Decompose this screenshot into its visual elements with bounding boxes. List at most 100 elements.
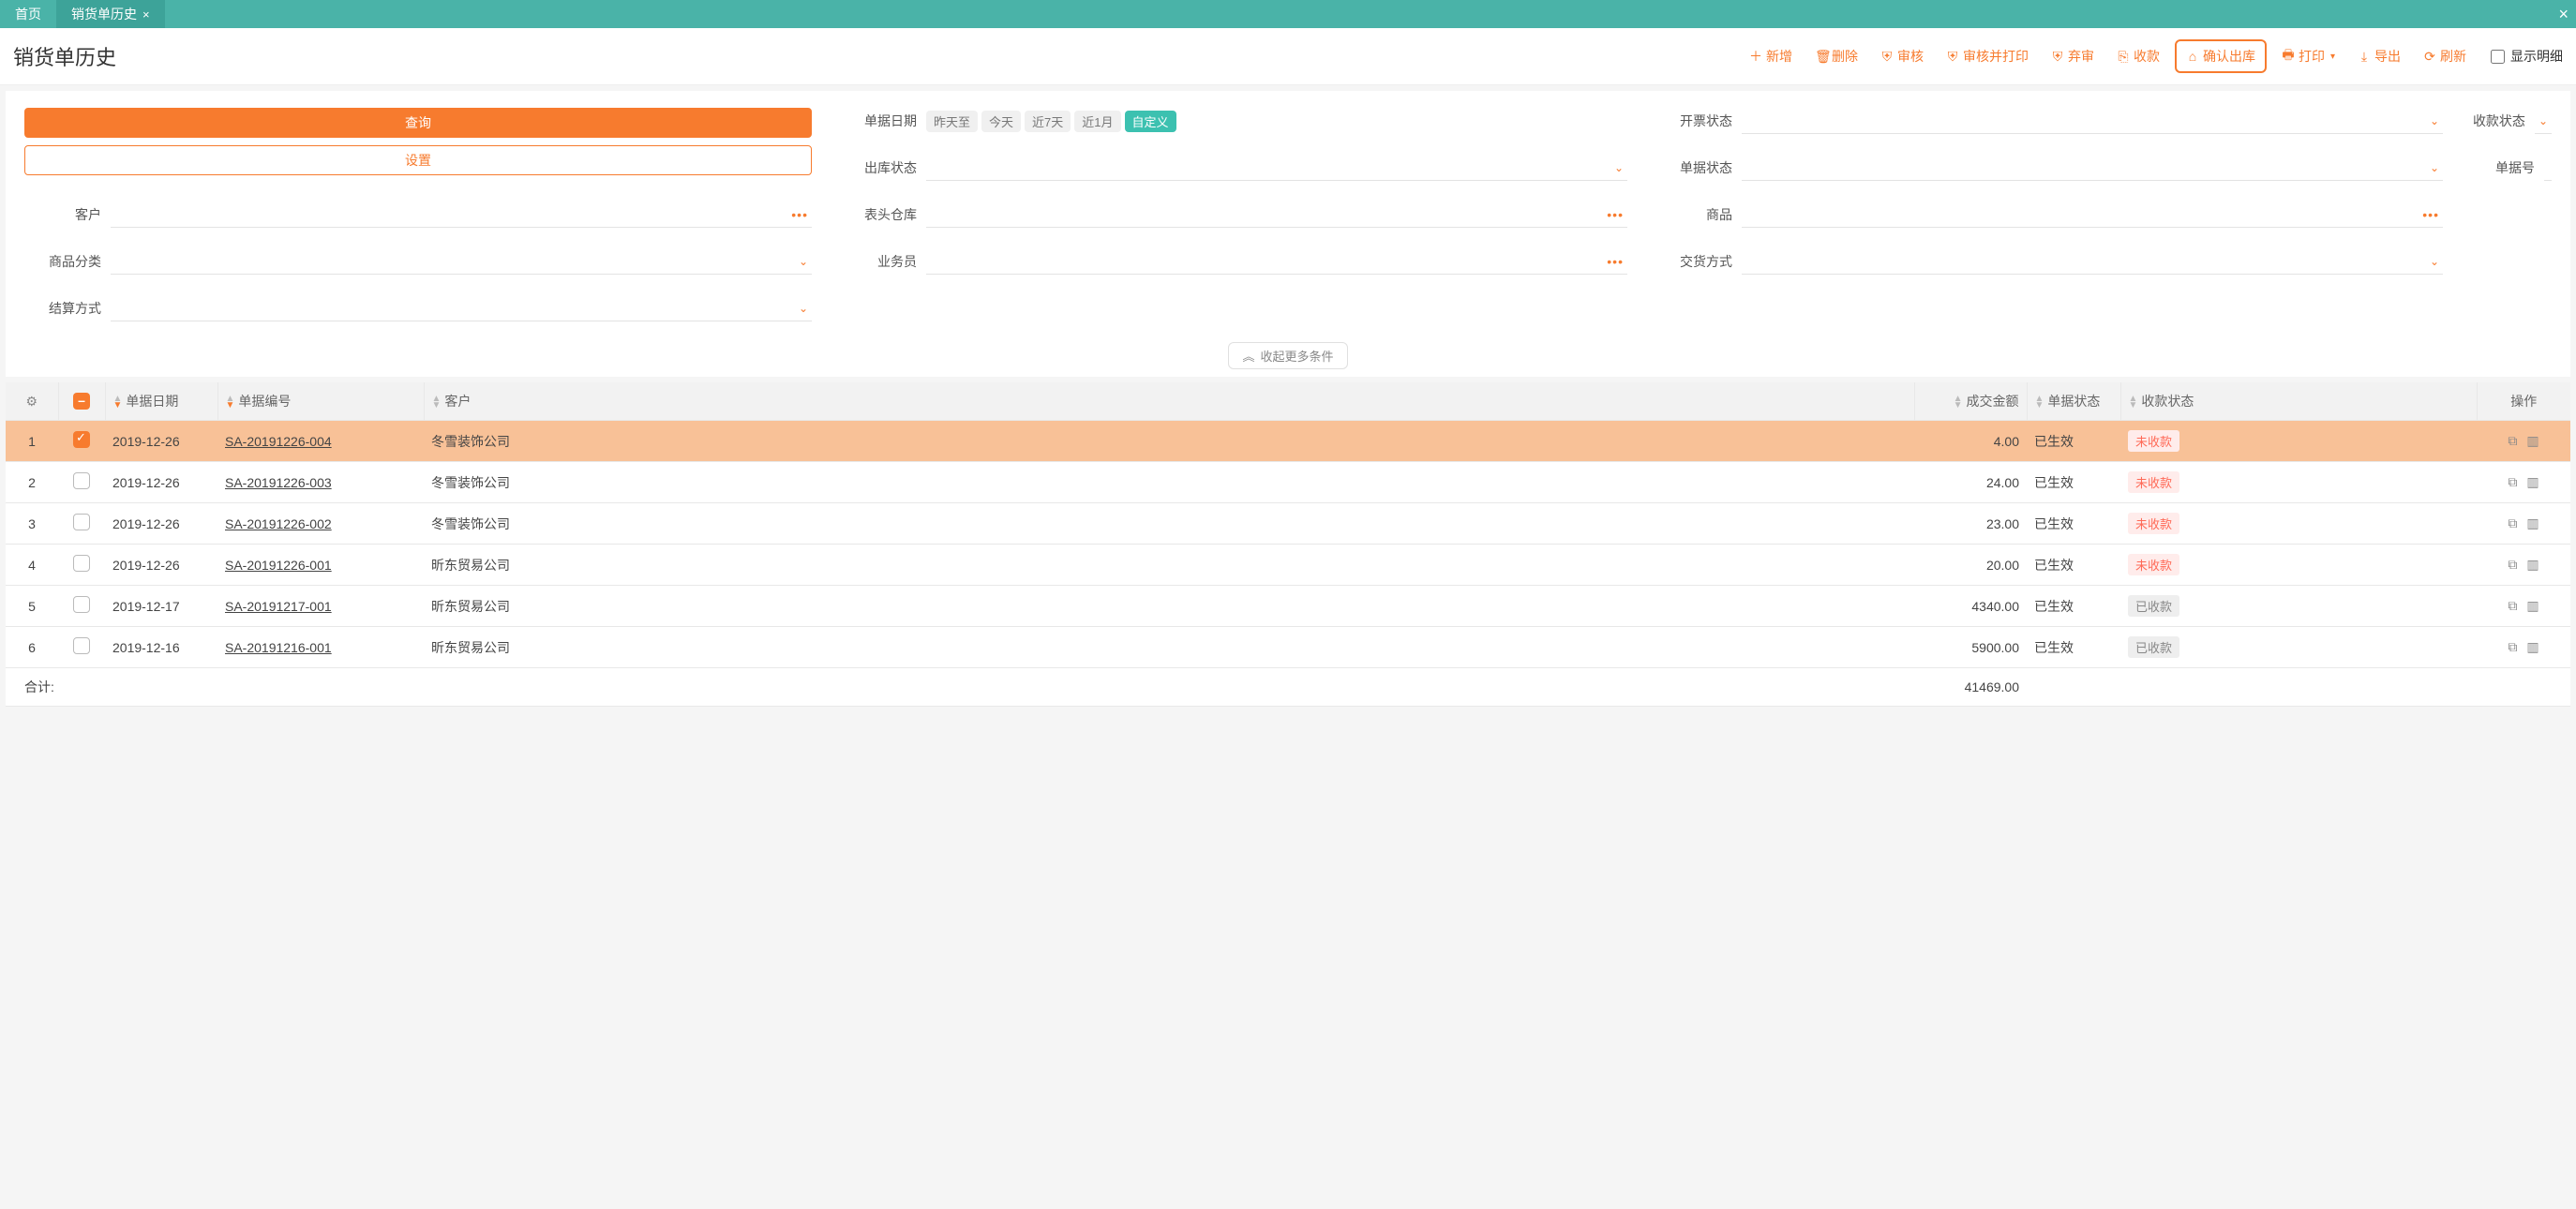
view-detail-icon[interactable]: ⧉ (2508, 515, 2517, 531)
cell-status: 已生效 (2027, 627, 2120, 668)
pay-status-select[interactable]: ⌄ (2535, 108, 2552, 134)
settlement-select[interactable]: ⌄ (111, 295, 812, 321)
row-checkbox[interactable] (73, 637, 90, 654)
doc-code-link[interactable]: SA-20191216-001 (225, 640, 332, 655)
qr-icon[interactable]: ▥ (2526, 433, 2539, 449)
date-chip-group: 昨天至 今天 近7天 近1月 自定义 (926, 111, 1627, 132)
doc-code-link[interactable]: SA-20191226-002 (225, 516, 332, 531)
audit-print-button[interactable]: ⛨审核并打印 (1939, 43, 2036, 69)
footer-total: 41469.00 (1914, 668, 2027, 707)
product-category-select[interactable]: ⌄ (111, 248, 812, 275)
view-detail-icon[interactable]: ⧉ (2508, 474, 2517, 490)
customer-picker[interactable]: ••• (111, 202, 812, 228)
print-button[interactable]: 🖶打印▾ (2274, 41, 2343, 71)
chevron-down-icon: ⌄ (799, 302, 808, 315)
query-button[interactable]: 查询 (24, 108, 812, 138)
doc-code-link[interactable]: SA-20191226-004 (225, 434, 332, 449)
view-detail-icon[interactable]: ⧉ (2508, 598, 2517, 614)
salesman-picker[interactable]: ••• (926, 248, 1627, 275)
col-header-date[interactable]: ▲▼单据日期 (105, 382, 217, 421)
table-row[interactable]: 42019-12-26SA-20191226-001昕东贸易公司20.00已生效… (6, 545, 2570, 586)
view-detail-icon[interactable]: ⧉ (2508, 557, 2517, 573)
chip-yesterday[interactable]: 昨天至 (926, 111, 978, 132)
chip-7days[interactable]: 近7天 (1025, 111, 1071, 132)
row-checkbox[interactable] (73, 431, 90, 448)
tab-home[interactable]: 首页 (0, 0, 56, 28)
setting-button[interactable]: 设置 (24, 145, 812, 175)
chip-custom[interactable]: 自定义 (1125, 111, 1176, 132)
doc-code-link[interactable]: SA-20191226-001 (225, 558, 332, 573)
view-detail-icon[interactable]: ⧉ (2508, 433, 2517, 449)
page-title: 销货单历史 (13, 41, 116, 71)
pay-status-badge: 已收款 (2128, 636, 2179, 658)
abandon-audit-button[interactable]: ⛨弃审 (2044, 43, 2102, 69)
ellipsis-icon: ••• (1607, 254, 1624, 269)
col-header-code[interactable]: ▲▼单据编号 (217, 382, 424, 421)
product-picker[interactable]: ••• (1742, 202, 2443, 228)
chip-1month[interactable]: 近1月 (1074, 111, 1120, 132)
filter-doc-no: 单据号 (2471, 155, 2552, 181)
export-button[interactable]: ⤓导出 (2350, 43, 2408, 69)
gear-icon[interactable]: ⚙ (25, 394, 37, 409)
doc-code-link[interactable]: SA-20191217-001 (225, 599, 332, 614)
chevron-down-icon: ⌄ (2430, 114, 2439, 127)
footer-label: 合计: (6, 668, 105, 707)
table-row[interactable]: 32019-12-26SA-20191226-002冬雪装饰公司23.00已生效… (6, 503, 2570, 545)
audit-button[interactable]: ⛨审核 (1873, 43, 1931, 69)
filter-delivery: 交货方式 ⌄ (1655, 248, 2443, 275)
col-header-op: 操作 (2477, 382, 2570, 421)
view-detail-icon[interactable]: ⧉ (2508, 639, 2517, 655)
add-button[interactable]: ＋新增 (1742, 43, 1800, 69)
row-checkbox[interactable] (73, 472, 90, 489)
filter-product: 商品 ••• (1655, 202, 2443, 228)
doc-status-select[interactable]: ⌄ (1742, 155, 2443, 181)
confirm-outbound-button[interactable]: ⌂确认出库 (2175, 39, 2267, 73)
collect-payment-button[interactable]: ⎘收款 (2109, 43, 2167, 69)
qr-icon[interactable]: ▥ (2526, 474, 2539, 490)
out-status-select[interactable]: ⌄ (926, 155, 1627, 181)
collapse-filters-button[interactable]: ︽ 收起更多条件 (1228, 342, 1347, 369)
col-header-customer[interactable]: ▲▼客户 (424, 382, 1914, 421)
table-row[interactable]: 62019-12-16SA-20191216-001昕东贸易公司5900.00已… (6, 627, 2570, 668)
window-close-icon[interactable]: × (2558, 5, 2569, 24)
close-icon[interactable]: × (142, 7, 150, 22)
table-row[interactable]: 12019-12-26SA-20191226-004冬雪装饰公司4.00已生效未… (6, 421, 2570, 462)
cell-status: 已生效 (2027, 503, 2120, 545)
filter-actions: 查询 设置 (24, 108, 812, 181)
cell-customer: 昕东贸易公司 (424, 545, 1914, 586)
deselect-all-button[interactable]: – (73, 393, 90, 410)
col-header-amount[interactable]: ▲▼成交金额 (1914, 382, 2027, 421)
table-row[interactable]: 52019-12-17SA-20191217-001昕东贸易公司4340.00已… (6, 586, 2570, 627)
refresh-button[interactable]: ⟳刷新 (2416, 43, 2474, 69)
qr-icon[interactable]: ▥ (2526, 639, 2539, 655)
row-checkbox[interactable] (73, 596, 90, 613)
delete-button[interactable]: 🗑删除 (1807, 43, 1865, 69)
chip-today[interactable]: 今天 (981, 111, 1021, 132)
cell-amount: 20.00 (1914, 545, 2027, 586)
tab-sales-history[interactable]: 销货单历史 × (56, 0, 165, 28)
doc-no-input[interactable] (2544, 155, 2552, 181)
cell-date: 2019-12-17 (105, 586, 217, 627)
col-header-status[interactable]: ▲▼单据状态 (2027, 382, 2120, 421)
show-detail-checkbox[interactable]: 显示明细 (2491, 47, 2563, 66)
filter-header-warehouse: 表头仓库 ••• (840, 202, 1627, 228)
delivery-select[interactable]: ⌄ (1742, 248, 2443, 275)
qr-icon[interactable]: ▥ (2526, 557, 2539, 573)
ellipsis-icon: ••• (1607, 207, 1624, 222)
table-row[interactable]: 22019-12-26SA-20191226-003冬雪装饰公司24.00已生效… (6, 462, 2570, 503)
results-table: ⚙ – ▲▼单据日期 ▲▼单据编号 ▲▼客户 ▲▼成交金额 ▲▼单据状态 ▲▼收… (6, 382, 2570, 707)
show-detail-input[interactable] (2491, 50, 2505, 64)
col-header-pay-status[interactable]: ▲▼收款状态 (2120, 382, 2477, 421)
warehouse-picker[interactable]: ••• (926, 202, 1627, 228)
row-index: 1 (6, 421, 58, 462)
invoice-status-select[interactable]: ⌄ (1742, 108, 2443, 134)
doc-code-link[interactable]: SA-20191226-003 (225, 475, 332, 490)
pay-status-badge: 未收款 (2128, 471, 2179, 493)
row-checkbox[interactable] (73, 514, 90, 530)
filter-settlement: 结算方式 ⌄ (24, 295, 812, 321)
qr-icon[interactable]: ▥ (2526, 515, 2539, 531)
shield-icon: ⛨ (1880, 49, 1894, 65)
qr-icon[interactable]: ▥ (2526, 598, 2539, 614)
cell-amount: 23.00 (1914, 503, 2027, 545)
row-checkbox[interactable] (73, 555, 90, 572)
